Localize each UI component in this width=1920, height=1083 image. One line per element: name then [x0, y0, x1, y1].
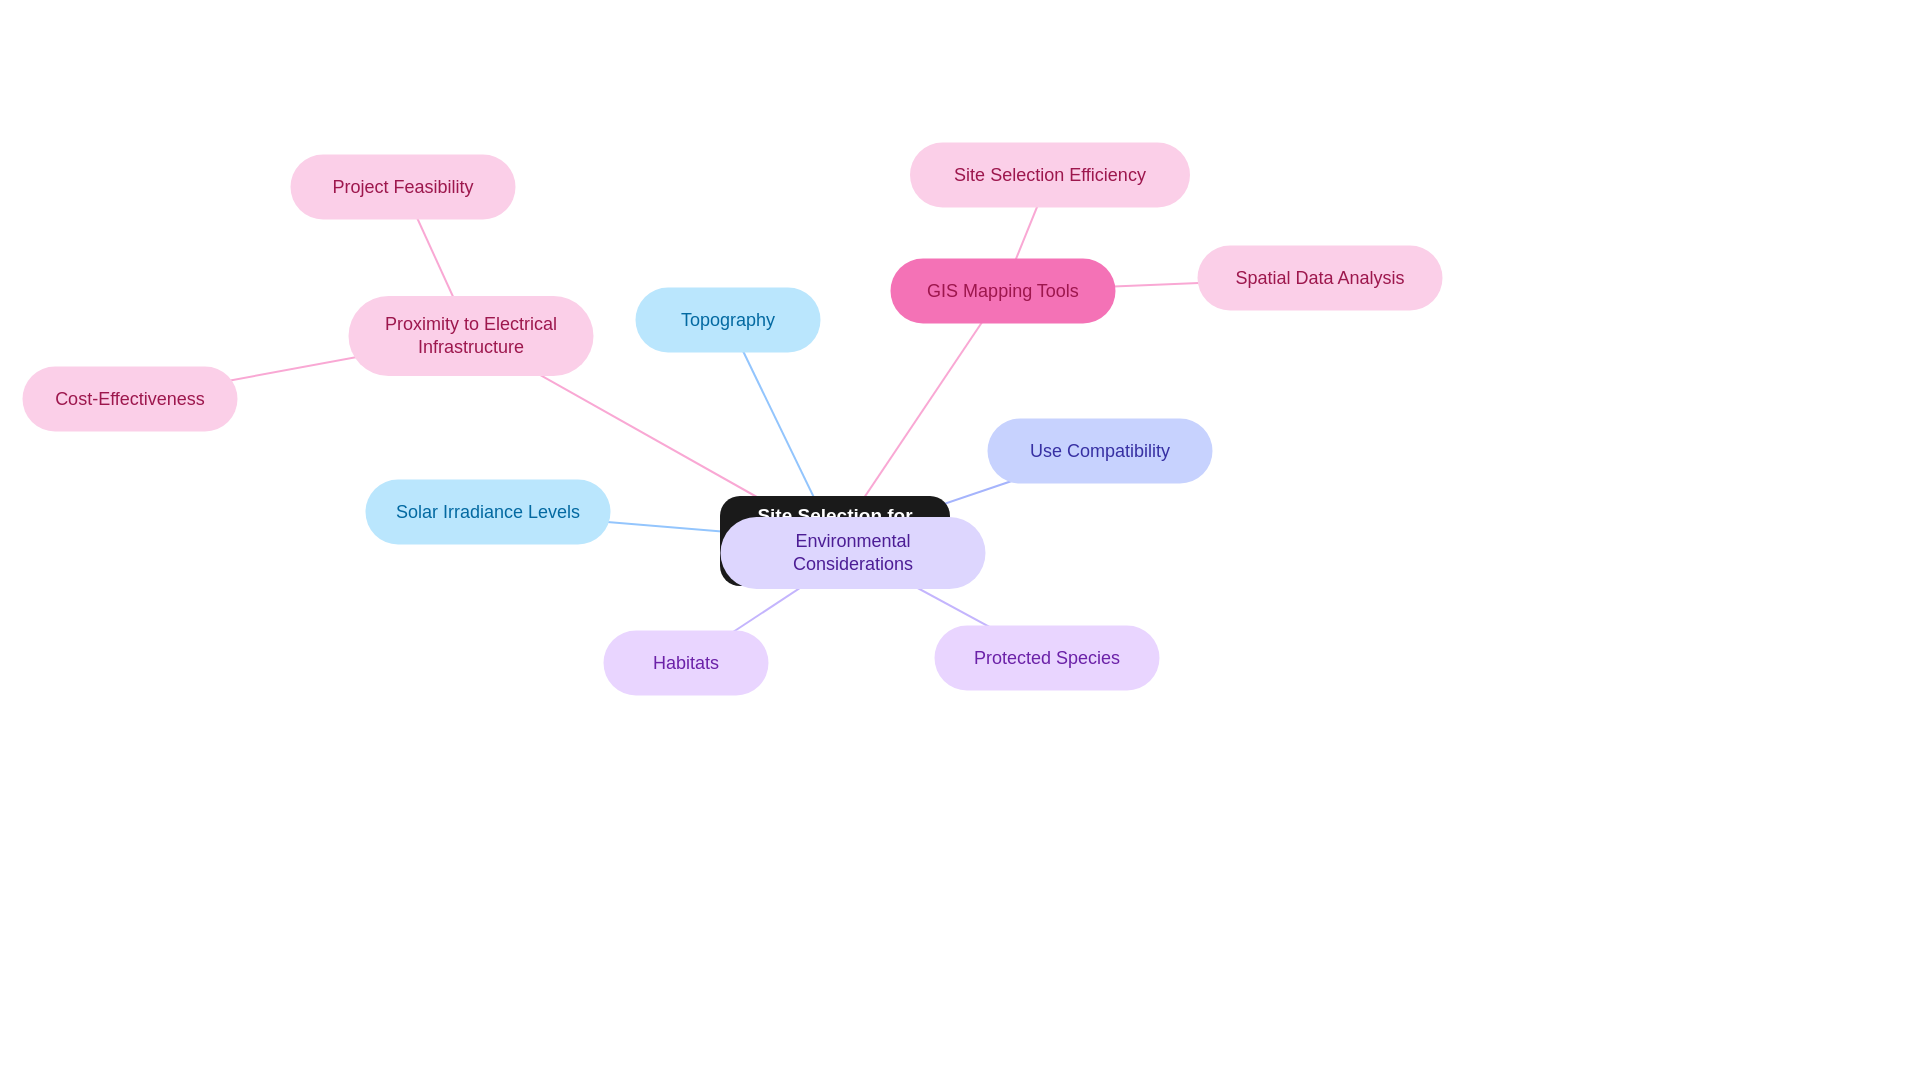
spatial-data-analysis-node[interactable]: Spatial Data Analysis — [1198, 246, 1443, 311]
project-feasibility-node[interactable]: Project Feasibility — [291, 155, 516, 220]
proximity-electrical-node[interactable]: Proximity to Electrical Infrastructure — [349, 296, 594, 376]
use-compatibility-node[interactable]: Use Compatibility — [988, 419, 1213, 484]
gis-mapping-node[interactable]: GIS Mapping Tools — [891, 259, 1116, 324]
solar-irradiance-node[interactable]: Solar Irradiance Levels — [366, 480, 611, 545]
environmental-considerations-node[interactable]: Environmental Considerations — [721, 517, 986, 589]
site-selection-efficiency-node[interactable]: Site Selection Efficiency — [910, 143, 1190, 208]
protected-species-node[interactable]: Protected Species — [935, 626, 1160, 691]
habitats-node[interactable]: Habitats — [604, 631, 769, 696]
topography-node[interactable]: Topography — [636, 288, 821, 353]
cost-effectiveness-node[interactable]: Cost-Effectiveness — [23, 367, 238, 432]
